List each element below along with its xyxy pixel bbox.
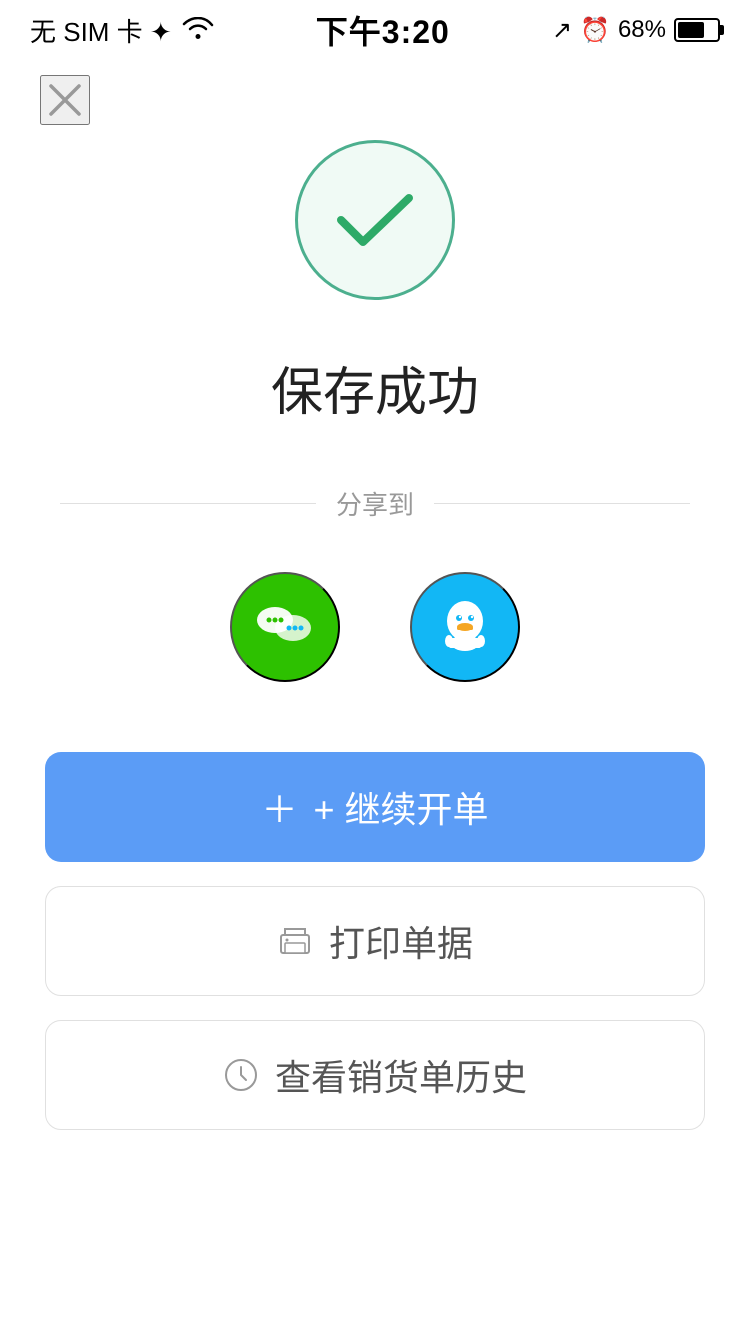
status-bar: 无 SIM 卡 ✦ 下午3:20 ↗ ⏰ 68% — [0, 0, 750, 60]
divider-line-left — [60, 503, 316, 504]
battery-icon — [674, 18, 720, 42]
share-label: 分享到 — [316, 485, 434, 522]
no-sim-text: 无 SIM 卡 ✦ — [30, 12, 172, 49]
share-icons — [230, 572, 520, 682]
wifi-icon — [182, 15, 214, 46]
close-button[interactable] — [40, 75, 90, 125]
success-title: 保存成功 — [271, 350, 479, 425]
checkmark-icon — [335, 190, 415, 250]
main-content: 保存成功 分享到 — [0, 60, 750, 1130]
status-time: 下午3:20 — [316, 7, 450, 53]
continue-button[interactable]: ＋ + 继续开单 — [45, 752, 705, 862]
qq-share-button[interactable] — [410, 572, 520, 682]
wechat-share-button[interactable] — [230, 572, 340, 682]
print-label: 打印单据 — [329, 915, 473, 967]
close-icon — [47, 82, 83, 118]
wechat-icon — [253, 600, 317, 654]
location-icon: ↗ — [552, 16, 572, 45]
divider-line-right — [434, 503, 690, 504]
print-button[interactable]: 打印单据 — [45, 886, 705, 996]
plus-icon: ＋ — [261, 781, 297, 833]
success-circle — [295, 140, 455, 300]
history-label: 查看销货单历史 — [275, 1049, 527, 1101]
continue-label: + 继续开单 — [313, 781, 488, 833]
printer-icon — [277, 925, 313, 957]
alarm-icon: ⏰ — [580, 16, 610, 45]
qq-icon — [435, 593, 495, 661]
share-divider: 分享到 — [0, 485, 750, 522]
action-buttons: ＋ + 继续开单 打印单据 查看销货单历 — [45, 752, 705, 1130]
battery-percent: 68% — [618, 16, 666, 44]
status-left: 无 SIM 卡 ✦ — [30, 12, 214, 49]
status-right: ↗ ⏰ 68% — [552, 16, 720, 45]
history-button[interactable]: 查看销货单历史 — [45, 1020, 705, 1130]
clock-icon — [223, 1057, 259, 1093]
